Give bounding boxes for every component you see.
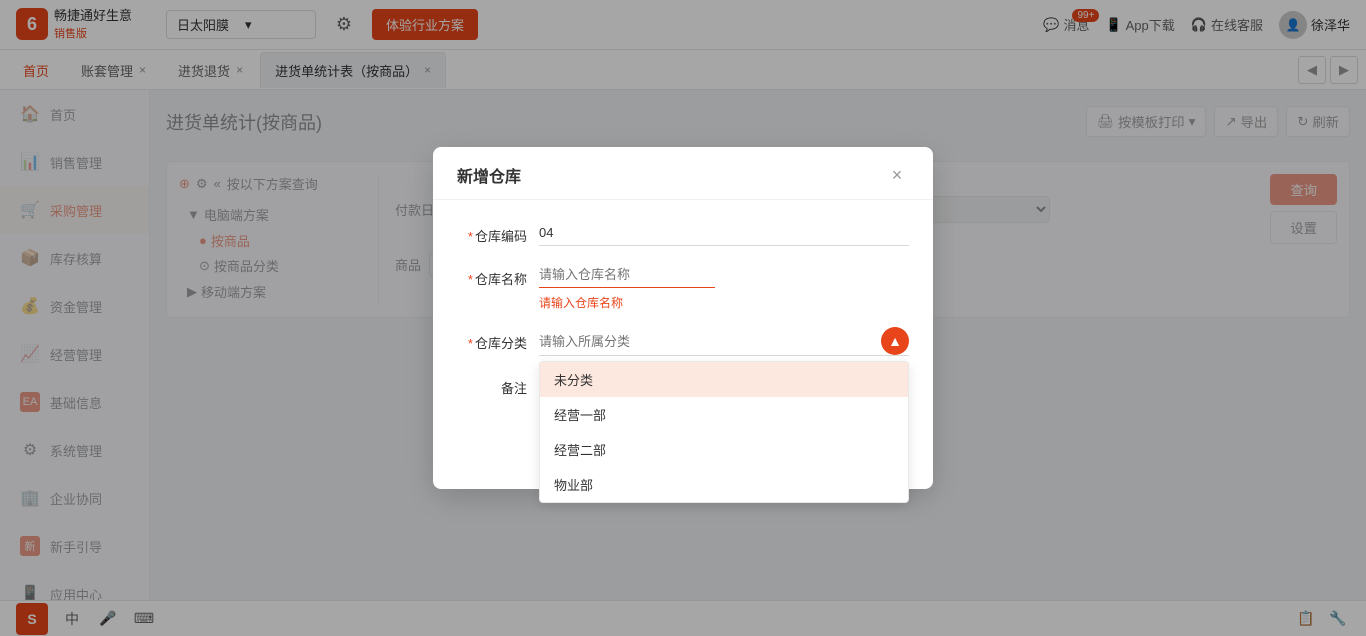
- category-input[interactable]: [539, 329, 881, 354]
- warehouse-name-input[interactable]: [539, 262, 715, 288]
- dialog-header: 新增仓库 ×: [433, 147, 933, 200]
- new-warehouse-dialog: 新增仓库 × *仓库编码 *仓库名称: [433, 147, 933, 489]
- dropdown-item-none[interactable]: 未分类: [540, 362, 908, 397]
- dialog-overlay: 新增仓库 × *仓库编码 *仓库名称: [0, 0, 1366, 636]
- dropdown-item-dept1[interactable]: 经营一部: [540, 397, 908, 432]
- warehouse-name-wrap: [539, 262, 909, 288]
- category-arrow-icon[interactable]: ▲: [881, 327, 909, 355]
- warehouse-category-row: *仓库分类 ▲ 未分类 经营一部 经营二部 物业部: [457, 327, 909, 356]
- warehouse-name-error: 请输入仓库名称: [539, 294, 909, 311]
- warehouse-code-label: *仓库编码: [457, 220, 527, 245]
- warehouse-code-row: *仓库编码: [457, 220, 909, 246]
- remark-label: 备注: [457, 372, 527, 397]
- warehouse-name-label: *仓库名称: [457, 263, 527, 288]
- dialog-close-button[interactable]: ×: [885, 163, 909, 187]
- warehouse-name-row: *仓库名称 请输入仓库名称: [457, 262, 909, 311]
- category-wrap: ▲ 未分类 经营一部 经营二部 物业部: [539, 327, 909, 356]
- dropdown-item-dept2[interactable]: 经营二部: [540, 432, 908, 467]
- category-input-row: ▲: [539, 327, 909, 356]
- dropdown-item-dept3[interactable]: 物业部: [540, 467, 908, 502]
- warehouse-category-label: *仓库分类: [457, 327, 527, 352]
- warehouse-code-input[interactable]: [539, 220, 909, 246]
- dialog-title: 新增仓库: [457, 163, 521, 187]
- category-dropdown: 未分类 经营一部 经营二部 物业部: [539, 361, 909, 503]
- dialog-body: *仓库编码 *仓库名称 请输入仓库名称: [433, 200, 933, 412]
